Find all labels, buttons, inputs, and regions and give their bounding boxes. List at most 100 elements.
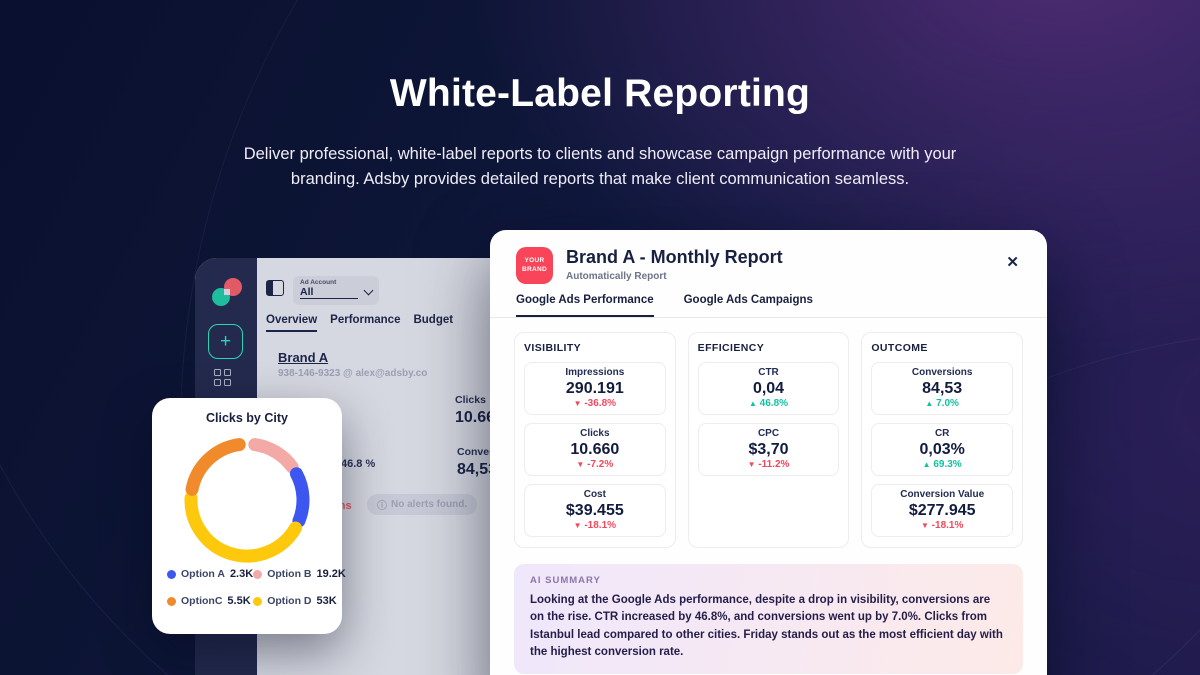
report-modal: YOUR BRAND Brand A - Monthly Report Auto… bbox=[490, 230, 1047, 675]
report-subtitle: Automatically Report bbox=[566, 271, 998, 282]
report-header: YOUR BRAND Brand A - Monthly Report Auto… bbox=[490, 230, 1047, 284]
hero-section: White-Label Reporting Deliver profession… bbox=[0, 72, 1200, 192]
donut-segment bbox=[255, 445, 293, 468]
city-chart-legend: Option A2.3KOption B19.2KOptionC5.5KOpti… bbox=[167, 568, 332, 607]
chevron-down-icon bbox=[364, 286, 374, 296]
metric-group: EFFICIENCY CTR0,04▲ 46.8% CPC$3,70▼ -11.2% bbox=[688, 332, 850, 548]
arrow-down-icon: ▼ bbox=[576, 460, 584, 469]
metric-group-heading: VISIBILITY bbox=[524, 342, 666, 354]
metric-label: CR bbox=[875, 427, 1009, 440]
donut-segment bbox=[296, 474, 303, 521]
ai-summary-box: AI SUMMARY Looking at the Google Ads per… bbox=[514, 564, 1023, 674]
metric-box: CR0,03%▲ 69.3% bbox=[871, 423, 1013, 476]
metric-label: Conversions bbox=[875, 366, 1009, 379]
metric-value: 290.191 bbox=[528, 379, 662, 398]
metric-delta: ▼ -7.2% bbox=[528, 459, 662, 471]
metric-label: Cost bbox=[528, 488, 662, 501]
legend-value: 19.2K bbox=[317, 568, 346, 580]
brand-contact: 938-146-9323 @ alex@adsby.co bbox=[278, 368, 427, 379]
metric-delta: ▲ 46.8% bbox=[702, 398, 836, 410]
legend-item[interactable]: Option B 19.2K bbox=[253, 568, 346, 580]
legend-dot-icon bbox=[167, 570, 176, 579]
dashboard-tab[interactable]: Budget bbox=[413, 314, 453, 332]
brand-link[interactable]: Brand A bbox=[278, 350, 328, 365]
legend-label: Option B bbox=[267, 568, 311, 580]
metric-value: 0,03% bbox=[875, 440, 1009, 459]
metric-value: 10.660 bbox=[528, 440, 662, 459]
panel-toggle-icon[interactable] bbox=[266, 280, 284, 296]
metric-label: CTR bbox=[702, 366, 836, 379]
ad-account-dropdown[interactable]: Ad Account All bbox=[293, 276, 379, 305]
legend-label: OptionC bbox=[181, 595, 222, 607]
apps-grid-icon[interactable] bbox=[214, 369, 231, 386]
metric-box: Cost$39.455▼ -18.1% bbox=[524, 484, 666, 537]
ai-summary-heading: AI SUMMARY bbox=[530, 575, 1007, 586]
dashboard-tab[interactable]: Performance bbox=[330, 314, 400, 332]
metric-value: $277.945 bbox=[875, 501, 1009, 520]
arrow-down-icon: ▼ bbox=[748, 460, 756, 469]
arrow-down-icon: ▼ bbox=[574, 521, 582, 530]
metric-box: Clicks10.660▼ -7.2% bbox=[524, 423, 666, 476]
metric-groups: VISIBILITY Impressions290.191▼ -36.8% Clic… bbox=[490, 318, 1047, 548]
legend-item[interactable]: Option A 2.3K bbox=[167, 568, 253, 580]
metric-label: Impressions bbox=[528, 366, 662, 379]
arrow-down-icon: ▼ bbox=[574, 399, 582, 408]
report-title: Brand A - Monthly Report bbox=[566, 247, 998, 268]
legend-item[interactable]: OptionC 5.5K bbox=[167, 595, 253, 607]
metric-box: CPC$3,70▼ -11.2% bbox=[698, 423, 840, 476]
metric-delta: ▲ 69.3% bbox=[875, 459, 1009, 471]
clicks-by-city-card: Clicks by City Option A2.3KOption B19.2K… bbox=[152, 398, 342, 634]
brand-badge: YOUR BRAND bbox=[516, 247, 553, 284]
city-donut-chart bbox=[152, 427, 342, 577]
legend-value: 2.3K bbox=[230, 568, 253, 580]
legend-label: Option D bbox=[267, 595, 311, 607]
arrow-up-icon: ▲ bbox=[925, 399, 933, 408]
metric-delta: ▼ -18.1% bbox=[528, 520, 662, 532]
metric-box: Conversions84,53▲ 7.0% bbox=[871, 362, 1013, 415]
metric-group: OUTCOME Conversions84,53▲ 7.0% CR0,03%▲ 69… bbox=[861, 332, 1023, 548]
metric-delta: ▼ -18.1% bbox=[875, 520, 1009, 532]
metric-delta: ▲ 7.0% bbox=[875, 398, 1009, 410]
alerts-status-pill: ⓘ No alerts found. bbox=[367, 494, 477, 515]
close-icon[interactable]: ✕ bbox=[998, 247, 1027, 277]
dashboard-tab[interactable]: Overview bbox=[266, 314, 317, 332]
dashboard-tabs: Overview Performance Budget bbox=[266, 314, 453, 332]
metric-group: VISIBILITY Impressions290.191▼ -36.8% Clic… bbox=[514, 332, 676, 548]
metric-box: Impressions290.191▼ -36.8% bbox=[524, 362, 666, 415]
legend-dot-icon bbox=[253, 570, 262, 579]
metric-delta: ▼ -36.8% bbox=[528, 398, 662, 410]
report-tab[interactable]: Google Ads Campaigns bbox=[684, 294, 813, 317]
city-chart-title: Clicks by City bbox=[152, 411, 342, 425]
legend-dot-icon bbox=[253, 597, 262, 606]
arrow-down-icon: ▼ bbox=[921, 521, 929, 530]
info-icon: ⓘ bbox=[377, 497, 387, 512]
metric-label: CPC bbox=[702, 427, 836, 440]
report-tab[interactable]: Google Ads Performance bbox=[516, 294, 654, 317]
alerts-status-text: No alerts found. bbox=[391, 499, 467, 510]
legend-item[interactable]: Option D 53K bbox=[253, 595, 346, 607]
donut-segment bbox=[192, 445, 239, 490]
metric-value: 0,04 bbox=[702, 379, 836, 398]
add-button[interactable]: + bbox=[208, 324, 243, 359]
ad-account-value: All bbox=[300, 286, 358, 299]
page-title: White-Label Reporting bbox=[0, 72, 1200, 116]
ad-account-label: Ad Account bbox=[300, 279, 372, 286]
legend-value: 5.5K bbox=[227, 595, 250, 607]
metric-value: $3,70 bbox=[702, 440, 836, 459]
metric-group-heading: EFFICIENCY bbox=[698, 342, 840, 354]
ai-summary-body: Looking at the Google Ads performance, d… bbox=[530, 592, 1007, 662]
metric-value: 84,53 bbox=[875, 379, 1009, 398]
report-tabs: Google Ads Performance Google Ads Campaig… bbox=[490, 284, 1047, 318]
page-subtitle: Deliver professional, white-label report… bbox=[240, 142, 960, 192]
legend-value: 53K bbox=[317, 595, 337, 607]
legend-label: Option A bbox=[181, 568, 225, 580]
metric-box: CTR0,04▲ 46.8% bbox=[698, 362, 840, 415]
donut-segment bbox=[191, 498, 296, 556]
clicks-stat-label: Clicks bbox=[455, 394, 486, 406]
rate-stat-value: 46.8 % bbox=[341, 458, 375, 470]
metric-group-heading: OUTCOME bbox=[871, 342, 1013, 354]
legend-dot-icon bbox=[167, 597, 176, 606]
adsby-logo-icon bbox=[212, 278, 242, 308]
metric-value: $39.455 bbox=[528, 501, 662, 520]
arrow-up-icon: ▲ bbox=[749, 399, 757, 408]
